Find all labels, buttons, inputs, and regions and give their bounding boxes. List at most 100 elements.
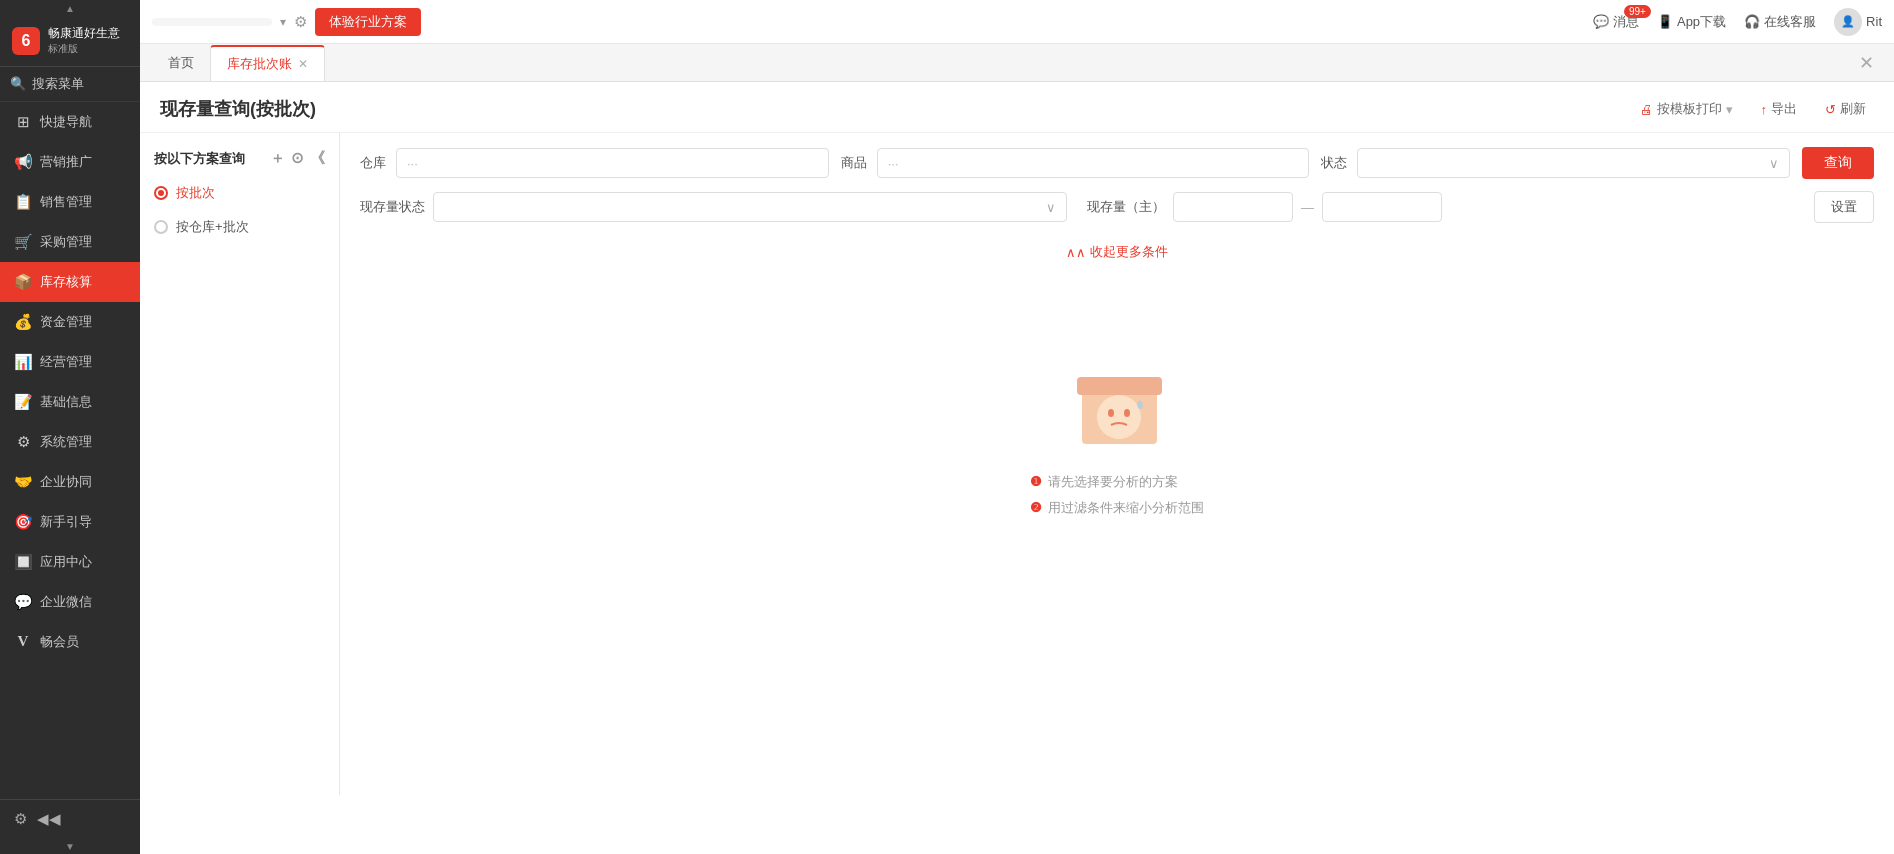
stock-qty-label: 现存量（主） — [1087, 198, 1165, 216]
basics-icon: 📝 — [14, 393, 32, 411]
warehouse-dots: ··· — [407, 156, 418, 171]
username-label: Rit — [1866, 14, 1882, 29]
warehouse-input[interactable]: ··· — [396, 148, 829, 178]
sidebar-item-label: 应用中心 — [40, 553, 92, 571]
sidebar-item-label: 资金管理 — [40, 313, 92, 331]
app-name: 畅康通好生意 — [48, 26, 120, 42]
page-title: 现存量查询(按批次) — [160, 97, 316, 121]
stock-status-label: 现存量状态 — [360, 198, 425, 216]
user-profile[interactable]: 👤 Rit — [1834, 8, 1882, 36]
goods-label: 商品 — [841, 154, 869, 172]
headset-icon: 🎧 — [1744, 14, 1760, 29]
sidebar-item-operations[interactable]: 📊 经营管理 — [0, 342, 140, 382]
sidebar-item-newbie[interactable]: 🎯 新手引导 — [0, 502, 140, 542]
collapse-up-icon: ∧∧ — [1066, 245, 1086, 260]
filter-row-2: 现存量状态 ∨ 现存量（主） — 设置 — [360, 191, 1874, 223]
hint-text-2: 用过滤条件来缩小分析范围 — [1048, 495, 1204, 521]
goods-dots: ··· — [888, 156, 899, 171]
left-panel-actions: ＋ ⊙ 《 — [270, 149, 325, 168]
sidebar-item-label: 快捷导航 — [40, 113, 92, 131]
messages-badge: 99+ — [1624, 5, 1651, 18]
print-template-btn[interactable]: 🖨 按模板打印 ▾ — [1632, 96, 1741, 122]
config-scheme-icon[interactable]: ⊙ — [291, 149, 304, 168]
stock-status-select[interactable]: ∨ — [433, 192, 1067, 222]
sales-icon: 📋 — [14, 193, 32, 211]
messages-btn[interactable]: 💬 消息 99+ — [1593, 13, 1639, 31]
refresh-icon: ↺ — [1825, 102, 1836, 117]
sidebar-item-label: 新手引导 — [40, 513, 92, 531]
tab-close-all-btn[interactable]: ✕ — [1851, 52, 1882, 74]
sidebar-item-basics[interactable]: 📝 基础信息 — [0, 382, 140, 422]
stock-qty-from-input[interactable] — [1173, 192, 1293, 222]
status-label: 状态 — [1321, 154, 1349, 172]
sidebar-item-system[interactable]: ⚙ 系统管理 — [0, 422, 140, 462]
status-select[interactable]: ∨ — [1357, 148, 1790, 178]
sidebar-item-purchase[interactable]: 🛒 采购管理 — [0, 222, 140, 262]
page-header: 现存量查询(按批次) 🖨 按模板打印 ▾ ↑ 导出 ↺ 刷新 — [140, 82, 1894, 133]
svg-point-3 — [1108, 409, 1114, 417]
qty-dash-separator: — — [1301, 200, 1314, 215]
sidebar-item-label: 企业协同 — [40, 473, 92, 491]
sidebar-item-label: 畅会员 — [40, 633, 79, 651]
settings-icon[interactable]: ⚙ — [14, 810, 27, 828]
topbar-search-box[interactable] — [152, 18, 272, 26]
sidebar-item-app-center[interactable]: 🔲 应用中心 — [0, 542, 140, 582]
print-dropdown-icon[interactable]: ▾ — [1726, 102, 1733, 117]
online-service-btn[interactable]: 🎧 在线客服 — [1744, 13, 1816, 31]
svg-point-4 — [1124, 409, 1130, 417]
sidebar-item-quick-nav[interactable]: ⊞ 快捷导航 — [0, 102, 140, 142]
refresh-btn[interactable]: ↺ 刷新 — [1817, 96, 1874, 122]
add-scheme-icon[interactable]: ＋ — [270, 149, 285, 168]
scheme-item-by-warehouse-batch[interactable]: 按仓库+批次 — [140, 210, 339, 244]
sidebar-item-sales[interactable]: 📋 销售管理 — [0, 182, 140, 222]
sidebar-scroll-up[interactable]: ▲ — [0, 0, 140, 16]
right-panel: 仓库 ··· 商品 ··· 状态 — [340, 133, 1894, 795]
collapse-panel-icon[interactable]: 《 — [310, 149, 325, 168]
print-icon: 🖨 — [1640, 102, 1653, 117]
sidebar-item-inventory[interactable]: 📦 库存核算 — [0, 262, 140, 302]
app-download-btn[interactable]: 📱 App下载 — [1657, 13, 1726, 31]
topbar-dropdown-icon[interactable]: ▾ — [280, 15, 286, 29]
marketing-icon: 📢 — [14, 153, 32, 171]
tab-close-icon[interactable]: ✕ — [298, 57, 308, 71]
scheme-item-by-batch[interactable]: 按批次 — [140, 176, 339, 210]
refresh-label: 刷新 — [1840, 100, 1866, 118]
newbie-icon: 🎯 — [14, 513, 32, 531]
stock-qty-to-input[interactable] — [1322, 192, 1442, 222]
sidebar-item-vip[interactable]: V 畅会员 — [0, 622, 140, 662]
tabs-bar: 首页 库存批次账 ✕ ✕ — [140, 44, 1894, 82]
set-btn[interactable]: 设置 — [1814, 191, 1874, 223]
export-label: 导出 — [1771, 100, 1797, 118]
collapse-label: 收起更多条件 — [1090, 243, 1168, 261]
left-panel-title: 按以下方案查询 — [154, 150, 245, 168]
quick-nav-icon: ⊞ — [14, 113, 32, 131]
enterprise-icon: 🤝 — [14, 473, 32, 491]
sidebar-item-finance[interactable]: 💰 资金管理 — [0, 302, 140, 342]
radio-by-batch — [154, 186, 168, 200]
goods-input[interactable]: ··· — [877, 148, 1310, 178]
export-btn[interactable]: ↑ 导出 — [1753, 96, 1806, 122]
sidebar-item-label: 营销推广 — [40, 153, 92, 171]
scheme-label-by-warehouse-batch: 按仓库+批次 — [176, 218, 249, 236]
sidebar-item-enterprise[interactable]: 🤝 企业协同 — [0, 462, 140, 502]
purchase-icon: 🛒 — [14, 233, 32, 251]
collapse-row[interactable]: ∧∧ 收起更多条件 — [360, 235, 1874, 269]
sidebar-scroll-down[interactable]: ▼ — [0, 838, 140, 854]
sidebar-item-label: 系统管理 — [40, 433, 92, 451]
sidebar-item-marketing[interactable]: 📢 营销推广 — [0, 142, 140, 182]
tab-home[interactable]: 首页 — [152, 46, 210, 80]
topbar-gear-icon[interactable]: ⚙ — [294, 13, 307, 31]
empty-state: ❶ 请先选择要分析的方案 ❷ 用过滤条件来缩小分析范围 — [360, 269, 1874, 601]
stock-qty-field: 现存量（主） — — [1087, 192, 1794, 222]
app-download-icon: 📱 — [1657, 14, 1673, 29]
collapse-sidebar-icon[interactable]: ◀◀ — [37, 810, 61, 828]
tab-inventory-batch[interactable]: 库存批次账 ✕ — [210, 45, 325, 81]
sidebar-search[interactable]: 🔍 搜索菜单 — [0, 67, 140, 102]
sidebar-item-label: 经营管理 — [40, 353, 92, 371]
avatar-icon: 👤 — [1841, 15, 1855, 28]
active-tab-label: 库存批次账 — [227, 55, 292, 73]
experience-btn[interactable]: 体验行业方案 — [315, 8, 421, 36]
query-btn[interactable]: 查询 — [1802, 147, 1874, 179]
sidebar-item-enterprise-wechat[interactable]: 💬 企业微信 — [0, 582, 140, 622]
main-layout: 按以下方案查询 ＋ ⊙ 《 按批次 按仓库+批次 — [140, 133, 1894, 795]
